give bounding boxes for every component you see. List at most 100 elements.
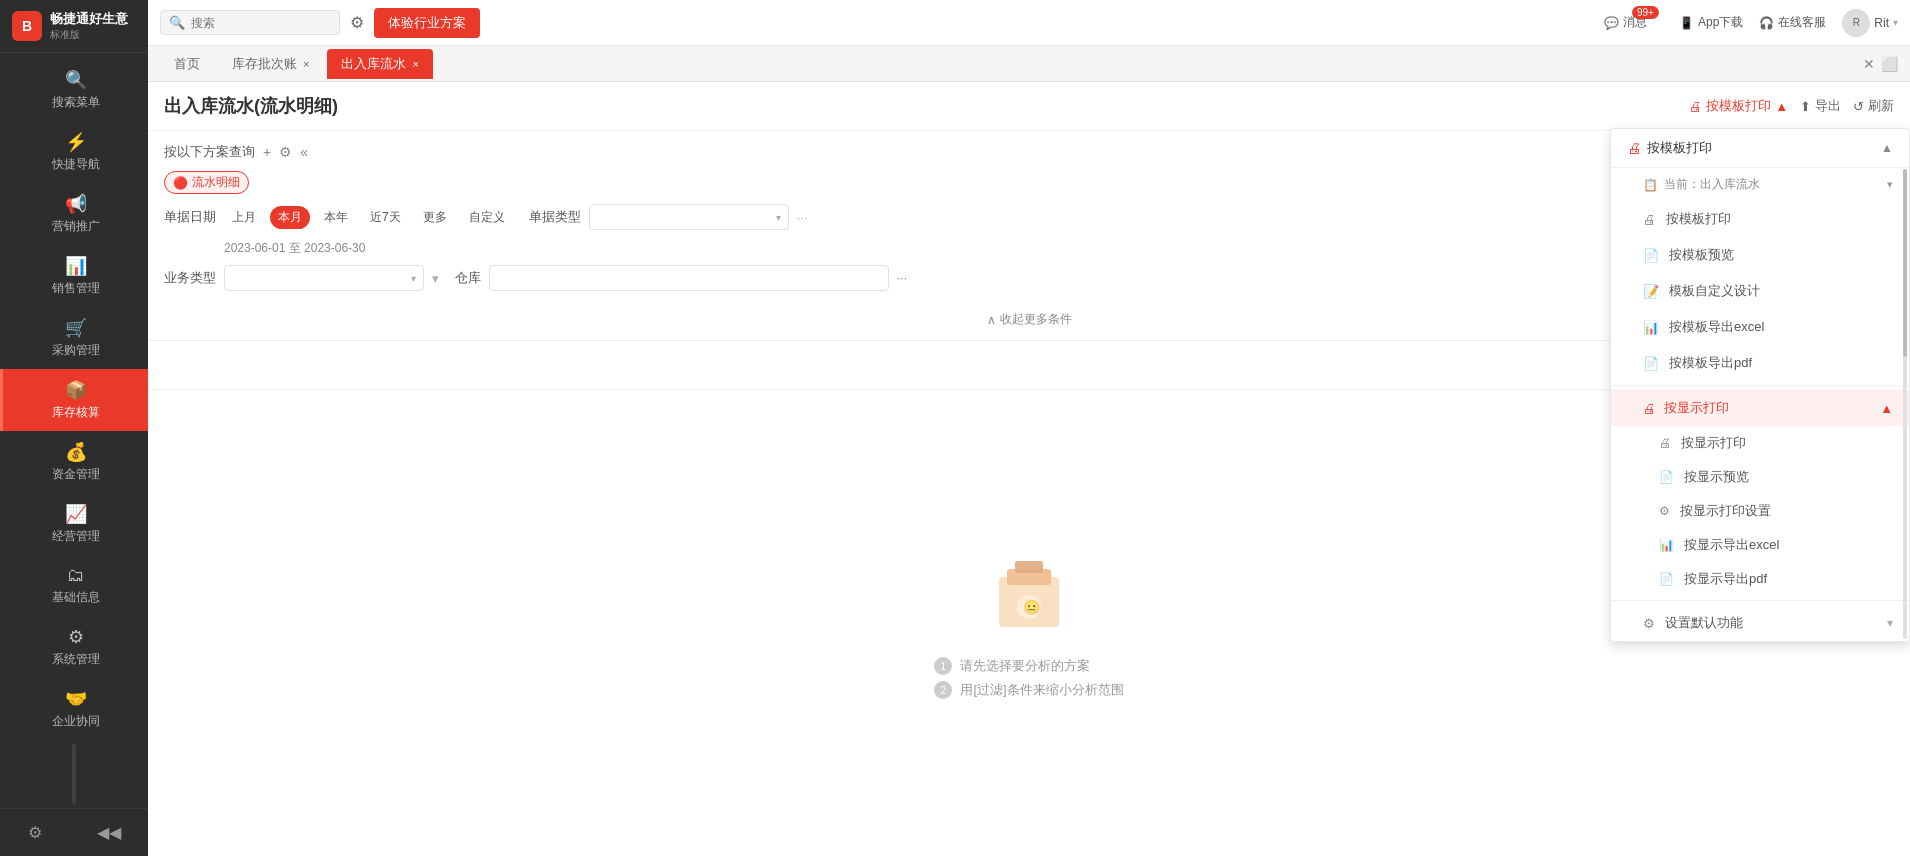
tab-home-label: 首页 bbox=[174, 55, 200, 73]
dropdown-item-display-preview[interactable]: 📄 按显示预览 bbox=[1611, 460, 1909, 494]
avatar: R bbox=[1842, 9, 1870, 37]
filter-tag-icon: 🔴 bbox=[173, 176, 188, 190]
dropdown-collapse-icon[interactable]: ▲ bbox=[1881, 141, 1893, 155]
sidebar-item-finance[interactable]: 💰 资金管理 bbox=[0, 431, 148, 493]
sidebar-item-label: 营销推广 bbox=[52, 218, 100, 235]
display-preview-icon: 📄 bbox=[1659, 470, 1674, 484]
online-service-label: 在线客服 bbox=[1778, 14, 1826, 31]
display-excel-icon: 📊 bbox=[1659, 538, 1674, 552]
warehouse-more-icon[interactable]: ··· bbox=[897, 271, 907, 285]
sidebar-item-search[interactable]: 🔍 搜索菜单 bbox=[0, 59, 148, 121]
date-opt-current-year[interactable]: 本年 bbox=[316, 206, 356, 229]
tab-close-button[interactable]: ✕ bbox=[1863, 56, 1875, 72]
sidebar-collapse-button[interactable]: ◀◀ bbox=[93, 819, 125, 846]
tab-batch-account[interactable]: 库存批次账 × bbox=[218, 49, 323, 79]
messages-button[interactable]: 💬 消息 99+ bbox=[1604, 14, 1647, 31]
sidebar-item-system[interactable]: ⚙ 系统管理 bbox=[0, 616, 148, 678]
date-field: 单据日期 上月 本月 本年 近7天 更多 自定义 bbox=[164, 206, 513, 229]
finance-icon: 💰 bbox=[65, 441, 87, 463]
dropdown-item-display-settings[interactable]: ⚙ 按显示打印设置 bbox=[1611, 494, 1909, 528]
sidebar-item-enterprise[interactable]: 🤝 企业协同 bbox=[0, 678, 148, 740]
display-print-section-header[interactable]: 🖨 按显示打印 ▲ bbox=[1611, 390, 1909, 426]
search-input[interactable] bbox=[191, 16, 331, 30]
sidebar-item-operations[interactable]: 📈 经营管理 bbox=[0, 493, 148, 555]
date-opt-7days[interactable]: 近7天 bbox=[362, 206, 409, 229]
dropdown-scrollbar[interactable] bbox=[1903, 169, 1907, 639]
set-default-label: 设置默认功能 bbox=[1665, 614, 1743, 632]
date-opt-more[interactable]: 更多 bbox=[415, 206, 455, 229]
sidebar-settings-button[interactable]: ⚙ bbox=[24, 819, 46, 846]
chevron-up-icon: ▲ bbox=[1775, 99, 1788, 114]
sidebar-item-marketing[interactable]: 📢 营销推广 bbox=[0, 183, 148, 245]
dropdown-header: 🖨 按模板打印 ▲ bbox=[1611, 129, 1909, 168]
sidebar-item-quick-nav[interactable]: ⚡ 快捷导航 bbox=[0, 121, 148, 183]
date-opt-custom[interactable]: 自定义 bbox=[461, 206, 513, 229]
dropdown-item-display-pdf[interactable]: 📄 按显示导出pdf bbox=[1611, 562, 1909, 596]
sidebar-item-basic[interactable]: 🗂 基础信息 bbox=[0, 555, 148, 616]
empty-step-2: 2 用[过滤]条件来缩小分析范围 bbox=[934, 681, 1123, 699]
tab-flow-close[interactable]: × bbox=[412, 58, 418, 70]
export-button[interactable]: ⬆ 导出 bbox=[1800, 97, 1841, 115]
bill-type-more-icon[interactable]: ··· bbox=[797, 210, 808, 225]
dropdown-item-template-pdf[interactable]: 📄 按模板导出pdf bbox=[1611, 345, 1909, 381]
display-section-arrow: ▲ bbox=[1880, 401, 1893, 416]
warehouse-input[interactable] bbox=[489, 265, 889, 291]
sidebar-nav: 🔍 搜索菜单 ⚡ 快捷导航 📢 营销推广 📊 销售管理 🛒 采购管理 📦 库存核… bbox=[0, 53, 148, 740]
print-template-label: 按模板打印 bbox=[1706, 97, 1771, 115]
print-template-icon: 🖨 bbox=[1643, 212, 1656, 227]
filter-tag-label: 流水明细 bbox=[192, 174, 240, 191]
page-actions: 🖨 按模板打印 ▲ ⬆ 导出 ↺ 刷新 bbox=[1689, 97, 1894, 115]
dropdown-item-template-excel[interactable]: 📊 按模板导出excel bbox=[1611, 309, 1909, 345]
topbar-gear-icon[interactable]: ⚙ bbox=[350, 13, 364, 32]
business-type-more-icon[interactable]: ▾ bbox=[432, 271, 439, 286]
sidebar-item-label: 基础信息 bbox=[52, 589, 100, 606]
dropdown-item-display-print[interactable]: 🖨 按显示打印 bbox=[1611, 426, 1909, 460]
user-profile[interactable]: R Rit ▾ bbox=[1842, 9, 1898, 37]
export-label: 导出 bbox=[1815, 97, 1841, 115]
date-range-value: 2023-06-01 至 2023-06-30 bbox=[224, 240, 365, 257]
dropdown-item-display-excel[interactable]: 📊 按显示导出excel bbox=[1611, 528, 1909, 562]
sidebar-item-purchase[interactable]: 🛒 采购管理 bbox=[0, 307, 148, 369]
display-print-icon: 🖨 bbox=[1659, 436, 1671, 450]
date-opt-current-month[interactable]: 本月 bbox=[270, 206, 310, 229]
filter-add-button[interactable]: + bbox=[263, 144, 271, 160]
current-badge-arrow: ▾ bbox=[1887, 178, 1893, 191]
tabs-window-controls: ✕ ⬜ bbox=[1863, 56, 1898, 72]
empty-step-1: 1 请先选择要分析的方案 bbox=[934, 657, 1123, 675]
business-type-select-wrap bbox=[224, 265, 424, 291]
date-options: 上月 本月 本年 近7天 更多 自定义 bbox=[224, 206, 513, 229]
page-header: 出入库流水(流水明细) 🖨 按模板打印 ▲ ⬆ 导出 ↺ 刷新 bbox=[148, 82, 1910, 131]
tab-batch-account-close[interactable]: × bbox=[303, 58, 309, 70]
refresh-button[interactable]: ↺ 刷新 bbox=[1853, 97, 1894, 115]
filter-type-tag[interactable]: 🔴 流水明细 bbox=[164, 171, 249, 194]
sidebar-item-sales[interactable]: 📊 销售管理 bbox=[0, 245, 148, 307]
tab-maximize-button[interactable]: ⬜ bbox=[1881, 56, 1898, 72]
date-opt-last-month[interactable]: 上月 bbox=[224, 206, 264, 229]
dropdown-item-template-preview[interactable]: 📄 按模板预览 bbox=[1611, 237, 1909, 273]
app-download-button[interactable]: 📱 App下载 bbox=[1679, 14, 1743, 31]
topbar-search-box[interactable]: 🔍 bbox=[160, 10, 340, 35]
content-area: 出入库流水(流水明细) 🖨 按模板打印 ▲ ⬆ 导出 ↺ 刷新 bbox=[148, 82, 1910, 856]
tab-home[interactable]: 首页 bbox=[160, 49, 214, 79]
dropdown-item-print-template[interactable]: 🖨 按模板打印 bbox=[1611, 201, 1909, 237]
online-service-button[interactable]: 🎧 在线客服 bbox=[1759, 14, 1826, 31]
business-type-select[interactable] bbox=[224, 265, 424, 291]
dropdown-item-template-custom[interactable]: 📝 模板自定义设计 bbox=[1611, 273, 1909, 309]
display-print-section-title: 按显示打印 bbox=[1664, 399, 1729, 417]
search-icon: 🔍 bbox=[169, 15, 185, 30]
bill-type-select[interactable] bbox=[589, 204, 789, 230]
main-area: 🔍 ⚙ 体验行业方案 💬 消息 99+ 📱 App下载 🎧 在线客服 R bbox=[148, 0, 1910, 856]
solution-button[interactable]: 体验行业方案 bbox=[374, 8, 480, 38]
quick-nav-icon: ⚡ bbox=[65, 131, 87, 153]
svg-rect-2 bbox=[1015, 561, 1043, 573]
sidebar-item-label: 采购管理 bbox=[52, 342, 100, 359]
sidebar-item-inventory[interactable]: 📦 库存核算 bbox=[0, 369, 148, 431]
enterprise-icon: 🤝 bbox=[65, 688, 87, 710]
print-template-button[interactable]: 🖨 按模板打印 ▲ bbox=[1689, 97, 1788, 115]
step-1-text: 请先选择要分析的方案 bbox=[960, 657, 1090, 675]
filter-settings-button[interactable]: ⚙ bbox=[279, 144, 292, 160]
filter-collapse-button[interactable]: « bbox=[300, 144, 308, 160]
avatar-initials: R bbox=[1853, 17, 1860, 28]
dropdown-item-set-default[interactable]: ⚙ 设置默认功能 ▾ bbox=[1611, 605, 1909, 641]
tab-flow[interactable]: 出入库流水 × bbox=[327, 49, 432, 79]
